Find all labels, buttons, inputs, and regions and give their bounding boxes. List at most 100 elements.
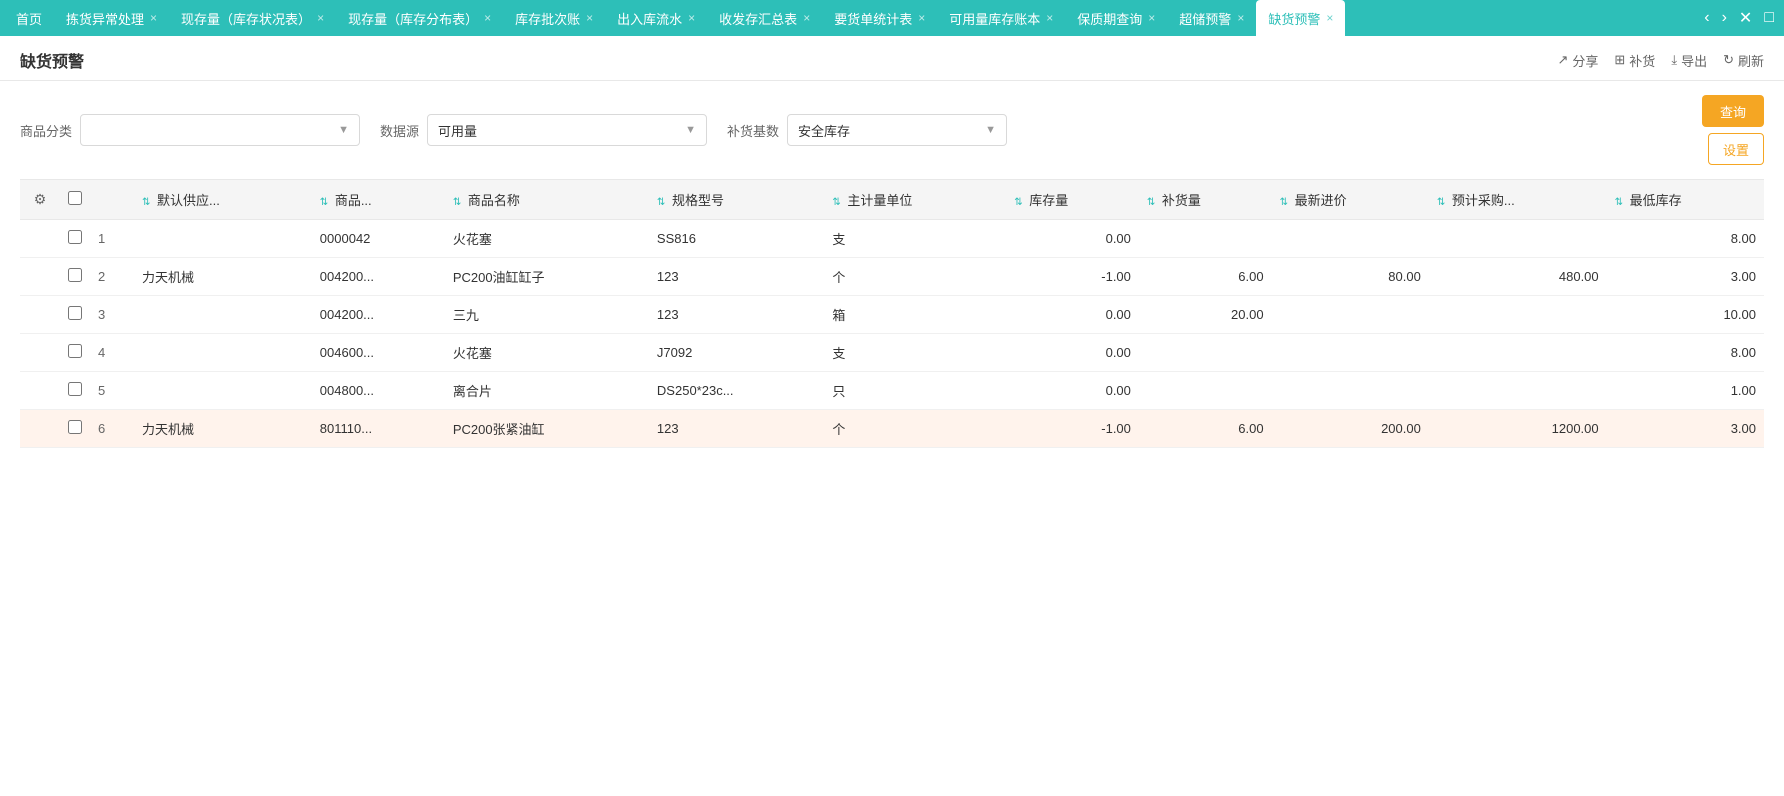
col-replenish-qty[interactable]: ⇅ 补货量: [1139, 180, 1272, 220]
replenish-basis-filter-group: 补货基数 安全库存 ▼: [727, 114, 1007, 146]
select-all-checkbox[interactable]: [68, 191, 82, 205]
col-spec[interactable]: ⇅ 规格型号: [649, 180, 824, 220]
table-row: 5 004800... 离合片 DS250*23c... 只 0.00 1.00: [20, 372, 1764, 410]
replenish-button[interactable]: ⊞ 补货: [1614, 51, 1655, 70]
col-unit[interactable]: ⇅ 主计量单位: [824, 180, 1006, 220]
row-checkbox[interactable]: [68, 268, 82, 282]
tab-close-6[interactable]: ×: [803, 11, 810, 25]
settings-button[interactable]: 设置: [1708, 133, 1764, 165]
row-unit: 只: [824, 372, 1006, 410]
tab-11[interactable]: 缺货预警 ×: [1256, 0, 1345, 36]
row-stock: 0.00: [1006, 296, 1139, 334]
share-button[interactable]: ↗ 分享: [1557, 51, 1598, 70]
sort-icon-est: ⇅: [1437, 197, 1445, 208]
tab-close-7[interactable]: ×: [918, 11, 925, 25]
row-stock: -1.00: [1006, 410, 1139, 448]
refresh-icon: ↻: [1723, 52, 1734, 68]
gear-icon[interactable]: ⚙: [34, 191, 47, 207]
row-checkbox[interactable]: [68, 230, 82, 244]
row-checkbox-cell[interactable]: [60, 258, 90, 296]
col-latest-price[interactable]: ⇅ 最新进价: [1272, 180, 1429, 220]
row-est-purchase: [1429, 372, 1607, 410]
refresh-button[interactable]: ↻ 刷新: [1723, 51, 1764, 70]
row-checkbox[interactable]: [68, 420, 82, 434]
row-unit: 个: [824, 410, 1006, 448]
replenish-icon: ⊞: [1614, 52, 1625, 68]
category-select[interactable]: ▼: [80, 114, 360, 146]
tab-7[interactable]: 要货单统计表 ×: [822, 0, 937, 36]
col-min-stock[interactable]: ⇅ 最低库存: [1607, 180, 1764, 220]
query-button[interactable]: 查询: [1702, 95, 1764, 127]
table-header-row: ⚙ ⇅ 默认供应... ⇅ 商品... ⇅ 商品名称: [20, 180, 1764, 220]
sort-icon-name: ⇅: [453, 197, 461, 208]
replenish-basis-select[interactable]: 安全库存 ▼: [787, 114, 1007, 146]
row-latest-price: [1272, 220, 1429, 258]
row-replenish-qty: 6.00: [1139, 258, 1272, 296]
export-icon: ⤓: [1671, 52, 1677, 68]
tab-close-10[interactable]: ×: [1237, 11, 1244, 25]
row-settings-cell: [20, 220, 60, 258]
table-row: 1 0000042 火花塞 SS816 支 0.00 8.00: [20, 220, 1764, 258]
tab-1[interactable]: 拣货异常处理 ×: [54, 0, 169, 36]
row-supplier: [134, 296, 312, 334]
row-checkbox[interactable]: [68, 344, 82, 358]
row-checkbox[interactable]: [68, 382, 82, 396]
col-default-supplier[interactable]: ⇅ 默认供应...: [134, 180, 312, 220]
row-checkbox[interactable]: [68, 306, 82, 320]
row-spec: SS816: [649, 220, 824, 258]
tab-close-11[interactable]: ×: [1326, 11, 1333, 25]
tab-9[interactable]: 保质期查询 ×: [1065, 0, 1167, 36]
row-checkbox-cell[interactable]: [60, 372, 90, 410]
tab-8[interactable]: 可用量库存账本 ×: [937, 0, 1065, 36]
col-checkbox[interactable]: [60, 180, 90, 220]
tab-5[interactable]: 出入库流水 ×: [605, 0, 707, 36]
tab-home[interactable]: 首页: [4, 0, 54, 36]
tab-4[interactable]: 库存批次账 ×: [503, 0, 605, 36]
datasource-label: 数据源: [380, 121, 419, 140]
export-button[interactable]: ⤓ 导出: [1671, 51, 1707, 70]
row-unit: 个: [824, 258, 1006, 296]
row-checkbox-cell[interactable]: [60, 296, 90, 334]
header-actions: ↗ 分享 ⊞ 补货 ⤓ 导出 ↻ 刷新: [1557, 51, 1764, 70]
row-min-stock: 8.00: [1607, 220, 1764, 258]
tab-close-4[interactable]: ×: [586, 11, 593, 25]
tab-close-2[interactable]: ×: [317, 11, 324, 25]
row-checkbox-cell[interactable]: [60, 410, 90, 448]
row-replenish-qty: [1139, 334, 1272, 372]
row-replenish-qty: 20.00: [1139, 296, 1272, 334]
col-product-code[interactable]: ⇅ 商品...: [312, 180, 445, 220]
row-checkbox-cell[interactable]: [60, 220, 90, 258]
tab-2[interactable]: 现存量（库存状况表） ×: [169, 0, 336, 36]
replenish-basis-label: 补货基数: [727, 121, 779, 140]
col-product-name[interactable]: ⇅ 商品名称: [445, 180, 649, 220]
share-icon: ↗: [1557, 52, 1568, 68]
tab-prev-btn[interactable]: ‹: [1698, 0, 1715, 36]
datasource-select[interactable]: 可用量 ▼: [427, 114, 707, 146]
row-est-purchase: 1200.00: [1429, 410, 1607, 448]
tab-close-5[interactable]: ×: [688, 11, 695, 25]
tab-close-8[interactable]: ×: [1046, 11, 1053, 25]
row-checkbox-cell[interactable]: [60, 334, 90, 372]
tab-close-9[interactable]: ×: [1148, 11, 1155, 25]
tab-close-1[interactable]: ×: [150, 11, 157, 25]
sort-icon-supplier: ⇅: [142, 197, 150, 208]
tab-close-3[interactable]: ×: [484, 11, 491, 25]
col-stock[interactable]: ⇅ 库存量: [1006, 180, 1139, 220]
tab-3[interactable]: 现存量（库存分布表） ×: [336, 0, 503, 36]
row-stock: 0.00: [1006, 220, 1139, 258]
sort-icon-stock: ⇅: [1014, 197, 1022, 208]
row-product-name: 离合片: [445, 372, 649, 410]
col-est-purchase[interactable]: ⇅ 预计采购...: [1429, 180, 1607, 220]
tab-maximize-btn[interactable]: □: [1758, 0, 1780, 36]
tab-10[interactable]: 超储预警 ×: [1167, 0, 1256, 36]
tab-6[interactable]: 收发存汇总表 ×: [707, 0, 822, 36]
table-row: 3 004200... 三九 123 箱 0.00 20.00 10.00: [20, 296, 1764, 334]
replenish-basis-chevron-icon: ▼: [985, 124, 996, 136]
row-id-num: 4: [90, 334, 134, 372]
tab-next-btn[interactable]: ›: [1716, 0, 1733, 36]
row-est-purchase: 480.00: [1429, 258, 1607, 296]
col-settings[interactable]: ⚙: [20, 180, 60, 220]
row-unit: 支: [824, 220, 1006, 258]
tab-close-all-btn[interactable]: ✕: [1733, 0, 1758, 36]
row-replenish-qty: 6.00: [1139, 410, 1272, 448]
